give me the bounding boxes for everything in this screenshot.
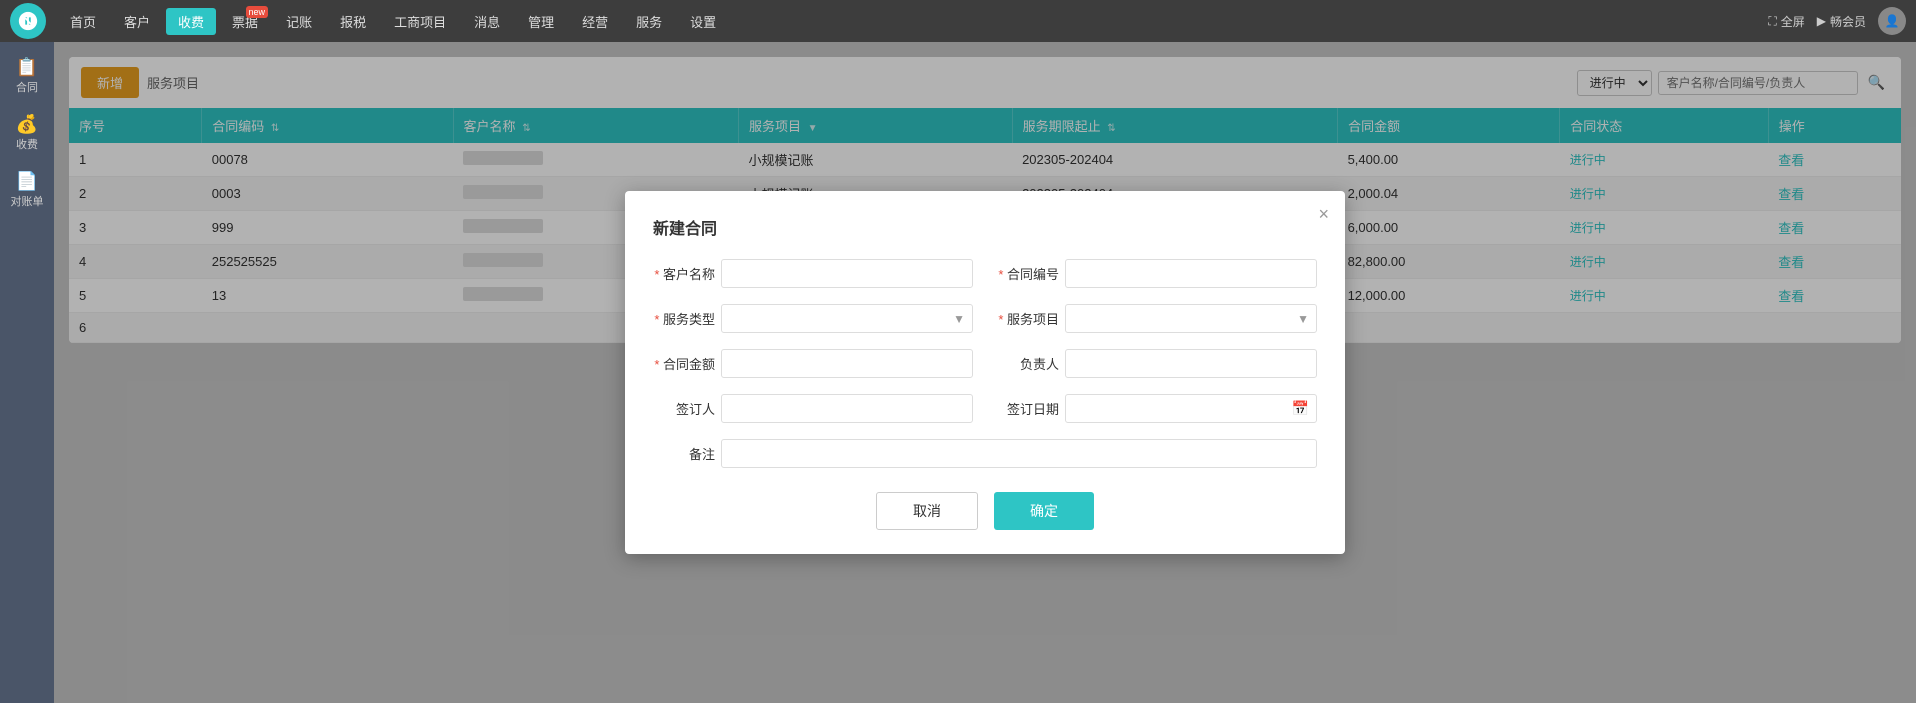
- service-item-select-wrapper: ▼: [1065, 304, 1317, 333]
- contract-icon: 📋: [16, 58, 38, 76]
- sidebar-item-contract-label: 合同: [16, 79, 38, 95]
- service-type-select[interactable]: [721, 304, 973, 333]
- right-tools: ⛶ 全屏 ▶ 畅会员 👤: [1768, 7, 1906, 35]
- sidebar-item-contract[interactable]: 📋 合同: [3, 52, 51, 101]
- member-label: 畅会员: [1830, 13, 1866, 30]
- top-navigation: 首页 客户 收费 票据 new 记账 报税 工商项目 消息 管理 经营 服务 设…: [0, 0, 1916, 42]
- member-button[interactable]: ▶ 畅会员: [1817, 13, 1866, 30]
- avatar-icon: 👤: [1885, 14, 1900, 28]
- form-group-sign-date: 签订日期 2023-06-06 📅: [997, 394, 1317, 423]
- form-group-service-item: 服务项目 ▼: [997, 304, 1317, 333]
- form-group-client: 客户名称: [653, 259, 973, 288]
- note-input[interactable]: [721, 439, 1317, 468]
- revenue-icon: 💰: [16, 115, 38, 133]
- responsible-input[interactable]: [1065, 349, 1317, 378]
- service-type-label: 服务类型: [653, 309, 715, 328]
- sign-date-input[interactable]: 2023-06-06: [1065, 394, 1317, 423]
- responsible-label: 负责人: [997, 354, 1059, 373]
- nav-settings[interactable]: 设置: [678, 8, 728, 35]
- nav-biz[interactable]: 工商项目: [382, 8, 458, 35]
- nav-invoice[interactable]: 收费: [166, 8, 216, 35]
- avatar[interactable]: 👤: [1878, 7, 1906, 35]
- sidebar: 📋 合同 💰 收费 📄 对账单: [0, 42, 54, 703]
- main-content: 新增 服务项目 进行中 已完成 已终止 🔍: [54, 42, 1916, 703]
- new-contract-modal: × 新建合同 客户名称 合同编号 服务类型: [625, 191, 1345, 554]
- service-item-select[interactable]: [1065, 304, 1317, 333]
- sidebar-item-revenue[interactable]: 💰 收费: [3, 109, 51, 158]
- form-group-service-type: 服务类型 ▼: [653, 304, 973, 333]
- amount-input[interactable]: 0.00: [721, 349, 973, 378]
- form-group-contract-no: 合同编号: [997, 259, 1317, 288]
- sign-date-label: 签订日期: [997, 399, 1059, 418]
- signatory-input[interactable]: [721, 394, 973, 423]
- service-item-label: 服务项目: [997, 309, 1059, 328]
- nav-client[interactable]: 客户: [112, 8, 162, 35]
- modal-close-button[interactable]: ×: [1318, 205, 1329, 223]
- confirm-button[interactable]: 确定: [994, 492, 1094, 530]
- form-group-responsible: 负责人: [997, 349, 1317, 378]
- nav-ticket[interactable]: 票据 new: [220, 8, 270, 35]
- modal-footer: 取消 确定: [653, 492, 1317, 530]
- statement-icon: 📄: [16, 172, 38, 190]
- form-grid: 客户名称 合同编号 服务类型 ▼: [653, 259, 1317, 468]
- fullscreen-label: 全屏: [1781, 13, 1805, 30]
- fullscreen-button[interactable]: ⛶ 全屏: [1768, 13, 1804, 30]
- form-group-signatory: 签订人: [653, 394, 973, 423]
- contract-no-input[interactable]: [1065, 259, 1317, 288]
- app-body: 📋 合同 💰 收费 📄 对账单 新增 服务项目 进行中 已完成 已终止: [0, 42, 1916, 703]
- app-logo[interactable]: [10, 3, 46, 39]
- signatory-label: 签订人: [653, 399, 715, 418]
- nav-tax[interactable]: 报税: [328, 8, 378, 35]
- note-label: 备注: [653, 444, 715, 463]
- video-icon: ▶: [1817, 14, 1826, 28]
- nav-service[interactable]: 服务: [624, 8, 674, 35]
- amount-label: 合同金额: [653, 354, 715, 373]
- form-group-note: 备注: [653, 439, 1317, 468]
- cancel-button[interactable]: 取消: [876, 492, 978, 530]
- nav-manage[interactable]: 管理: [516, 8, 566, 35]
- client-name-label: 客户名称: [653, 264, 715, 283]
- nav-operation[interactable]: 经营: [570, 8, 620, 35]
- form-group-amount: 合同金额 0.00: [653, 349, 973, 378]
- sidebar-item-revenue-label: 收费: [16, 136, 38, 152]
- nav-ledger[interactable]: 记账: [274, 8, 324, 35]
- client-name-input[interactable]: [721, 259, 973, 288]
- contract-no-label: 合同编号: [997, 264, 1059, 283]
- sidebar-item-statement-label: 对账单: [11, 193, 44, 209]
- nav-items: 首页 客户 收费 票据 new 记账 报税 工商项目 消息 管理 经营 服务 设…: [58, 8, 1768, 35]
- fullscreen-icon: ⛶: [1768, 14, 1776, 29]
- service-type-select-wrapper: ▼: [721, 304, 973, 333]
- nav-home[interactable]: 首页: [58, 8, 108, 35]
- nav-message[interactable]: 消息: [462, 8, 512, 35]
- sign-date-wrapper: 2023-06-06 📅: [1065, 394, 1317, 423]
- modal-title: 新建合同: [653, 215, 1317, 239]
- modal-overlay: × 新建合同 客户名称 合同编号 服务类型: [54, 42, 1916, 703]
- new-badge: new: [246, 6, 269, 19]
- sidebar-item-statement[interactable]: 📄 对账单: [3, 166, 51, 215]
